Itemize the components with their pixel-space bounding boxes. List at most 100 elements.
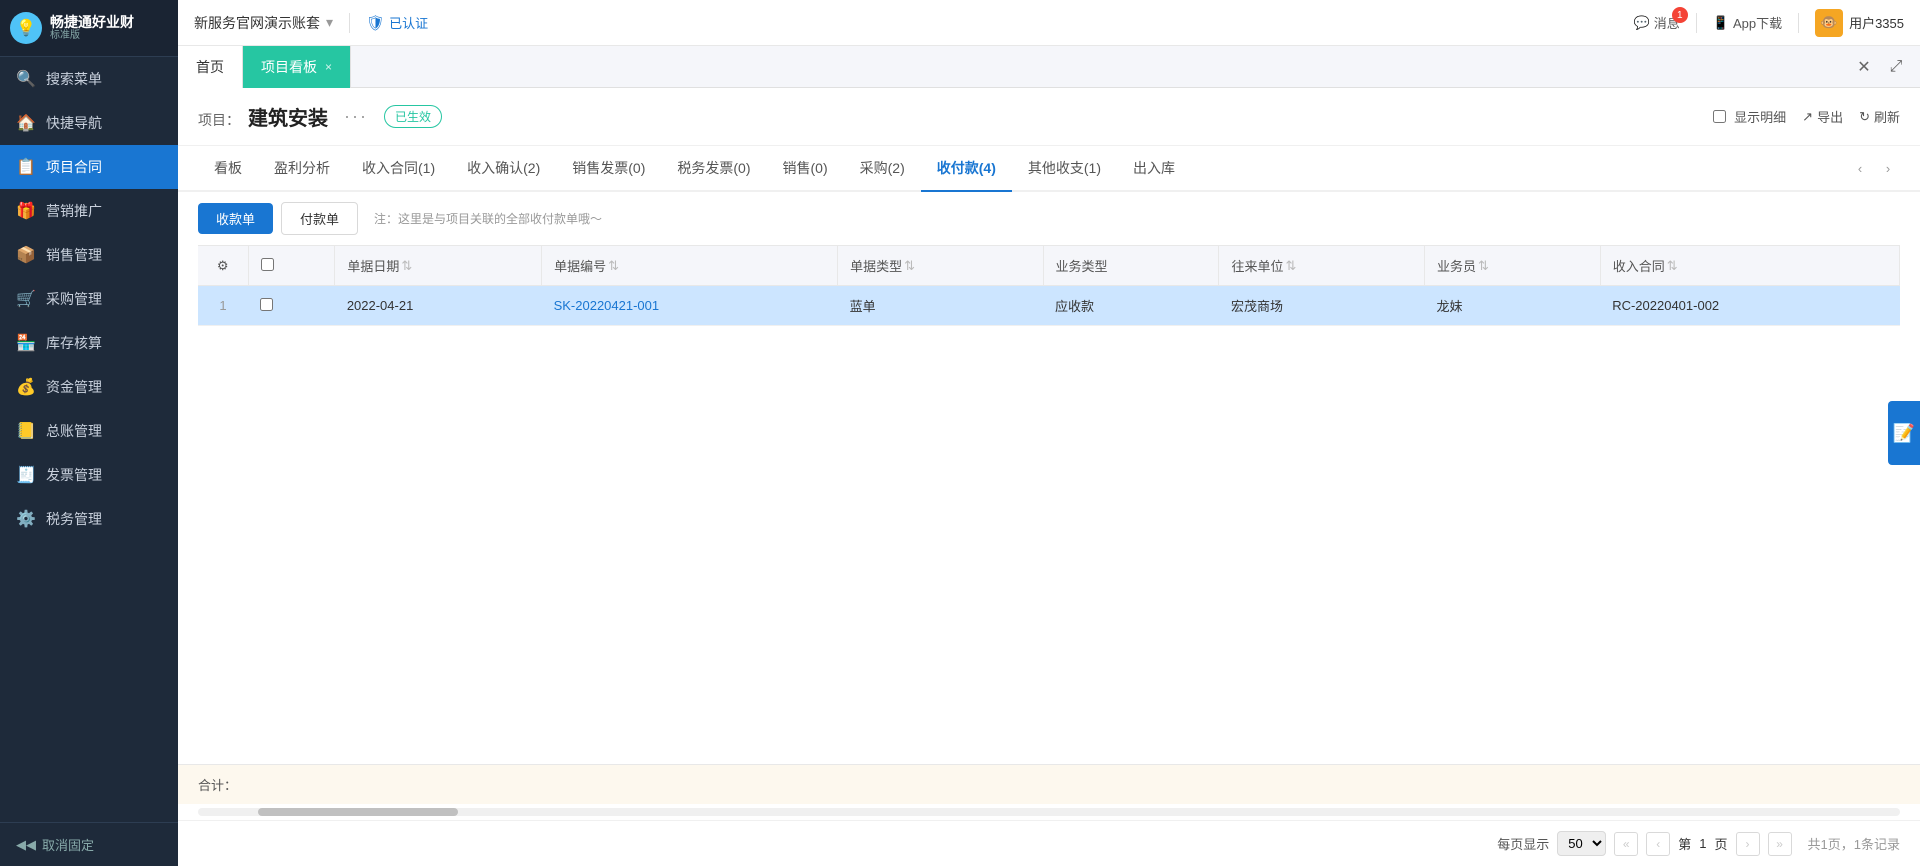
sidebar-item-ledger[interactable]: 📒 总账管理 xyxy=(0,409,178,453)
topbar-divider3 xyxy=(1798,13,1799,33)
topbar-user[interactable]: 🐵 用户3355 xyxy=(1815,9,1904,37)
col-date: 单据日期 ⇅ xyxy=(335,246,542,286)
sub-tab-purchase[interactable]: 采购(2) xyxy=(844,146,921,190)
tab-close-icon[interactable]: × xyxy=(325,60,332,74)
col-income-contract-label: 收入合同 xyxy=(1613,256,1665,275)
topbar-app-download[interactable]: 📱 App下载 xyxy=(1713,13,1782,32)
project-title: 项目：建筑安装 xyxy=(198,102,328,131)
logo-name: 畅捷通好业财 xyxy=(50,14,134,31)
sidebar-item-label: 发票管理 xyxy=(46,465,102,485)
sub-tab-profit[interactable]: 盈利分析 xyxy=(258,146,346,190)
sidebar-item-search[interactable]: 🔍 搜索菜单 xyxy=(0,57,178,101)
sort-icon6: ⇅ xyxy=(1667,258,1678,274)
sidebar-item-tax[interactable]: ⚙️ 税务管理 xyxy=(0,497,178,541)
sub-tab-storage[interactable]: 出入库 xyxy=(1117,146,1191,190)
scrollbar-row xyxy=(178,804,1920,820)
col-settings[interactable]: ⚙ xyxy=(198,246,248,286)
tab-project-board[interactable]: 项目看板 × xyxy=(243,46,351,88)
col-salesman-label: 业务员 xyxy=(1437,256,1476,275)
col-partner-sort[interactable]: 往来单位 ⇅ xyxy=(1231,256,1296,275)
row-salesman: 龙妹 xyxy=(1424,286,1600,326)
float-panel-btn[interactable]: 📝 xyxy=(1888,401,1920,465)
select-all-checkbox[interactable] xyxy=(261,258,274,271)
sub-tab-next-btn[interactable]: › xyxy=(1876,156,1900,180)
col-code-sort[interactable]: 单据编号 ⇅ xyxy=(554,256,619,275)
sub-tab-receipt-payment-label: 收付款(4) xyxy=(937,160,996,176)
gear-icon: ⚙️ xyxy=(16,509,36,529)
sub-tab-receipt-payment[interactable]: 收付款(4) xyxy=(921,146,1012,190)
sidebar-item-purchase[interactable]: 🛒 采购管理 xyxy=(0,277,178,321)
gift-icon: 🎁 xyxy=(16,201,36,221)
window-close-btn[interactable]: ✕ xyxy=(1848,51,1880,83)
next-page-btn[interactable]: › xyxy=(1736,832,1760,856)
sidebar-item-sales[interactable]: 📦 销售管理 xyxy=(0,233,178,277)
fake-scrollbar[interactable] xyxy=(198,808,1900,816)
receipt-btn[interactable]: 收款单 xyxy=(198,203,273,234)
sidebar-item-marketing[interactable]: 🎁 营销推广 xyxy=(0,189,178,233)
sub-tab-income-contract[interactable]: 收入合同(1) xyxy=(346,146,451,190)
per-page-select[interactable]: 50 xyxy=(1557,831,1606,856)
refresh-btn[interactable]: ↻ 刷新 xyxy=(1859,107,1900,126)
scrollbar-thumb[interactable] xyxy=(258,808,458,816)
row-checkbox[interactable] xyxy=(248,286,335,326)
sub-tab-prev-btn[interactable]: ‹ xyxy=(1848,156,1872,180)
tab-home[interactable]: 首页 xyxy=(178,46,243,88)
logo-icon: 💡 xyxy=(10,12,42,44)
data-table: ⚙ 单据日期 ⇅ 单据编号 xyxy=(198,245,1900,326)
user-avatar: 🐵 xyxy=(1815,9,1843,37)
first-page-btn[interactable]: « xyxy=(1614,832,1638,856)
page-label: 第 xyxy=(1678,834,1691,853)
row-type: 蓝单 xyxy=(838,286,1043,326)
sub-tab-other-expense[interactable]: 其他收支(1) xyxy=(1012,146,1117,190)
col-salesman: 业务员 ⇅ xyxy=(1424,246,1600,286)
col-salesman-sort[interactable]: 业务员 ⇅ xyxy=(1437,256,1489,275)
sidebar-item-finance[interactable]: 💰 资金管理 xyxy=(0,365,178,409)
payment-btn[interactable]: 付款单 xyxy=(281,202,358,235)
col-checkbox[interactable] xyxy=(248,246,335,286)
sidebar-item-quick[interactable]: 🏠 快捷导航 xyxy=(0,101,178,145)
box-icon: 📦 xyxy=(16,245,36,265)
sidebar-item-project[interactable]: 📋 项目合同 xyxy=(0,145,178,189)
topbar-messages[interactable]: 💬 消息 1 xyxy=(1634,13,1680,32)
sub-tab-sales[interactable]: 销售(0) xyxy=(767,146,844,190)
user-name: 用户3355 xyxy=(1849,13,1904,32)
window-maximize-btn[interactable]: ⤢ xyxy=(1880,51,1912,83)
sub-tab-board[interactable]: 看板 xyxy=(198,146,258,190)
row-select-checkbox[interactable] xyxy=(260,298,273,311)
row-code-link[interactable]: SK-20220421-001 xyxy=(554,298,660,313)
row-income-contract: RC-20220401-002 xyxy=(1600,286,1899,326)
content: 项目：建筑安装 ··· 已生效 显示明细 ↗ 导出 ↻ 刷新 xyxy=(178,88,1920,866)
last-page-btn[interactable]: » xyxy=(1768,832,1792,856)
sub-tab-income-confirm[interactable]: 收入确认(2) xyxy=(451,146,556,190)
money-icon: 💰 xyxy=(16,377,36,397)
col-type: 单据类型 ⇅ xyxy=(838,246,1043,286)
sub-tab-tax-invoice[interactable]: 税务发票(0) xyxy=(661,146,766,190)
settings-icon[interactable]: ⚙ xyxy=(217,258,229,273)
sidebar-item-invoice[interactable]: 🧾 发票管理 xyxy=(0,453,178,497)
project-more-btn[interactable]: ··· xyxy=(344,106,368,127)
show-detail-checkbox[interactable]: 显示明细 xyxy=(1713,107,1786,126)
topbar-certified-label: 已认证 xyxy=(389,13,428,32)
export-btn[interactable]: ↗ 导出 xyxy=(1802,107,1843,126)
col-date-sort[interactable]: 单据日期 ⇅ xyxy=(347,256,412,275)
row-code[interactable]: SK-20220421-001 xyxy=(542,286,838,326)
sub-tab-income-contract-label: 收入合同(1) xyxy=(362,160,435,176)
col-type-sort[interactable]: 单据类型 ⇅ xyxy=(850,256,915,275)
pagination: 每页显示 50 « ‹ 第 1 页 › » 共1页，1条记录 xyxy=(178,820,1920,866)
show-detail-input[interactable] xyxy=(1713,110,1726,123)
prev-page-btn[interactable]: ‹ xyxy=(1646,832,1670,856)
search-icon: 🔍 xyxy=(16,69,36,89)
topbar: 新服务官网演示账套 ▾ 🛡 已认证 💬 消息 1 📱 App下载 🐵 用户335… xyxy=(178,0,1920,46)
sub-tab-sales-invoice[interactable]: 销售发票(0) xyxy=(556,146,661,190)
col-biz-type-label: 业务类型 xyxy=(1056,259,1108,274)
sidebar-item-label: 快捷导航 xyxy=(46,113,102,133)
col-income-contract-sort[interactable]: 收入合同 ⇅ xyxy=(1613,256,1678,275)
sub-tab-board-label: 看板 xyxy=(214,160,242,176)
row-biz-type: 应收款 xyxy=(1043,286,1219,326)
sidebar-unpin[interactable]: ◀◀ 取消固定 xyxy=(0,822,178,866)
sidebar-item-inventory[interactable]: 🏪 库存核算 xyxy=(0,321,178,365)
sort-icon4: ⇅ xyxy=(1286,258,1297,274)
table-row[interactable]: 1 2022-04-21 SK-20220421-001 蓝单 应收款 宏茂商场… xyxy=(198,286,1900,326)
topbar-dropdown-icon[interactable]: ▾ xyxy=(326,14,333,31)
export-label: 导出 xyxy=(1817,107,1843,126)
